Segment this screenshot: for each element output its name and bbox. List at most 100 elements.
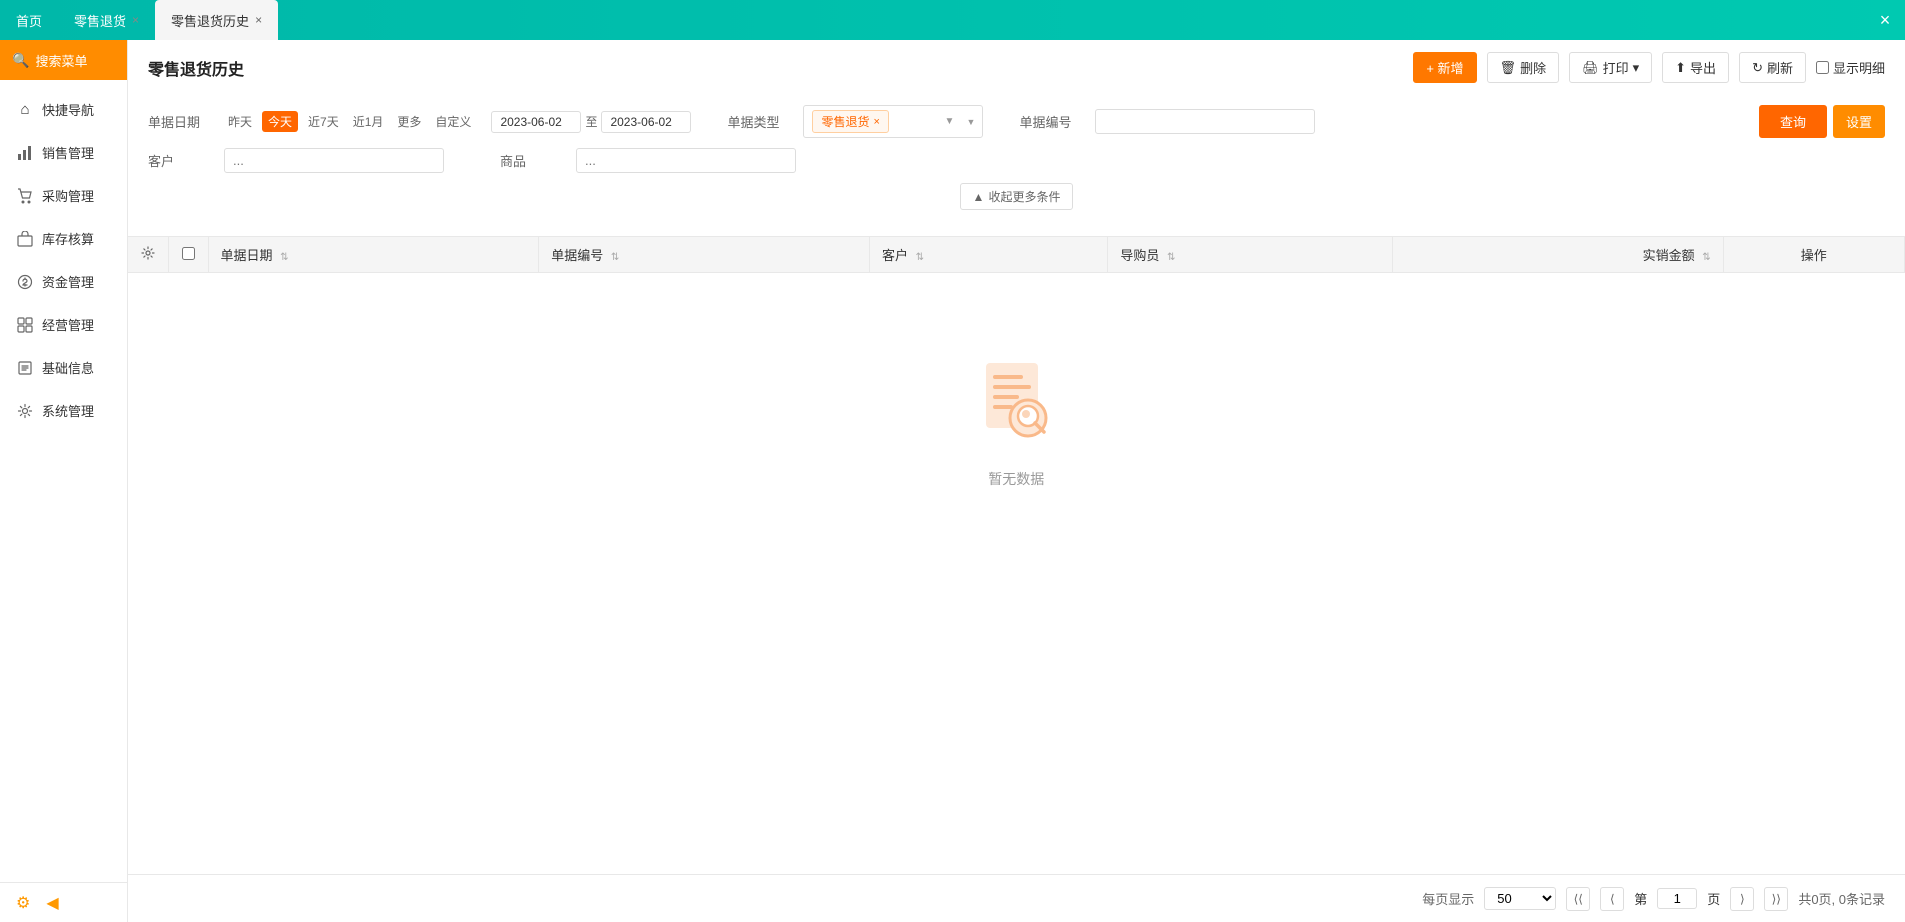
sidebar-item-system[interactable]: 系统管理: [0, 389, 127, 432]
table-body: 暂无数据: [128, 273, 1905, 570]
collapse-button[interactable]: ▲ 收起更多条件: [960, 183, 1074, 210]
empty-state: 暂无数据: [128, 273, 1905, 569]
date-btn-today[interactable]: 今天: [262, 111, 298, 132]
select-all-checkbox[interactable]: [182, 247, 195, 260]
sidebar-item-system-label: 系统管理: [42, 401, 94, 420]
tab-bar: 首页 零售退货 × 零售退货历史 ×: [0, 0, 1865, 40]
sidebar-item-operations-label: 经营管理: [42, 315, 94, 334]
delete-icon: 🗑: [1500, 60, 1517, 76]
date-btn-more[interactable]: 更多: [393, 111, 425, 132]
sales-icon: [16, 144, 34, 162]
sidebar-item-basic-info[interactable]: 基础信息: [0, 346, 127, 389]
show-detail-label: 显示明细: [1833, 58, 1885, 77]
sidebar-item-finance[interactable]: 资金管理: [0, 260, 127, 303]
tab-retail-return-history[interactable]: 零售退货历史 ×: [155, 0, 278, 40]
page-suffix: 页: [1707, 889, 1720, 908]
th-amount-sort-icon: ⇅: [1702, 252, 1710, 263]
date-btn-custom[interactable]: 自定义: [431, 111, 475, 132]
th-amount[interactable]: 实销金额 ⇅: [1392, 237, 1723, 273]
date-to-input[interactable]: [601, 111, 691, 133]
system-icon: [16, 402, 34, 420]
type-tag-close[interactable]: ×: [873, 116, 879, 128]
th-voucher-no[interactable]: 单据编号 ⇅: [539, 237, 870, 273]
page-input[interactable]: [1657, 888, 1697, 909]
refresh-icon: ↻: [1752, 60, 1763, 76]
per-page-label: 每页显示: [1422, 889, 1474, 908]
date-btn-yesterday[interactable]: 昨天: [224, 111, 256, 132]
page-prev-button[interactable]: ⟨: [1600, 887, 1624, 911]
customer-filter-label: 客户: [148, 151, 208, 170]
filter-row-2: 客户 商品: [148, 148, 1885, 173]
settings-button[interactable]: 设置: [1833, 105, 1885, 138]
empty-state-icon: [966, 353, 1066, 453]
sidebar-item-purchase[interactable]: 采购管理: [0, 174, 127, 217]
column-settings-icon: [141, 246, 155, 260]
date-filter-label: 单据日期: [148, 112, 208, 131]
print-label: 打印: [1603, 58, 1629, 77]
show-detail-checkbox[interactable]: [1816, 61, 1829, 74]
page-last-button[interactable]: ⟩⟩: [1764, 887, 1788, 911]
export-button[interactable]: ⬆ 导出: [1662, 52, 1729, 83]
sidebar-item-purchase-label: 采购管理: [42, 186, 94, 205]
print-icon: 🖨: [1582, 60, 1599, 76]
sidebar-bottom: ⚙ ◀: [0, 882, 127, 922]
th-date-label: 单据日期: [221, 248, 273, 263]
goods-input[interactable]: [576, 148, 796, 173]
type-select[interactable]: 零售退货 × ▼: [803, 105, 983, 138]
per-page-select[interactable]: 50 10 20 100: [1484, 887, 1556, 910]
refresh-label: 刷新: [1767, 58, 1793, 77]
sidebar-item-operations[interactable]: 经营管理: [0, 303, 127, 346]
sidebar-item-basic-info-label: 基础信息: [42, 358, 94, 377]
sidebar-item-finance-label: 资金管理: [42, 272, 94, 291]
type-select-wrapper: 零售退货 × ▼: [803, 105, 983, 138]
th-settings[interactable]: [128, 237, 168, 273]
th-guide-sort-icon: ⇅: [1167, 252, 1175, 263]
inventory-icon: [16, 230, 34, 248]
date-btn-1month[interactable]: 近1月: [349, 111, 388, 132]
top-bar: 首页 零售退货 × 零售退货历史 × ×: [0, 0, 1905, 40]
query-button[interactable]: 查询: [1759, 105, 1827, 138]
home-icon: ⌂: [16, 101, 34, 119]
show-detail-checkbox-label[interactable]: 显示明细: [1816, 58, 1885, 77]
th-customer[interactable]: 客户 ⇅: [870, 237, 1108, 273]
sidebar-item-inventory[interactable]: 库存核算: [0, 217, 127, 260]
sidebar: 🔍 搜索菜单 ⌂ 快捷导航 销售管理 采购管理: [0, 40, 128, 922]
tab-retail-return-close[interactable]: ×: [132, 13, 139, 27]
refresh-button[interactable]: ↻ 刷新: [1739, 52, 1806, 83]
tab-retail-return-history-close[interactable]: ×: [255, 13, 262, 27]
page-label: 第: [1634, 889, 1647, 908]
delete-label: 删除: [1520, 58, 1546, 77]
customer-input[interactable]: [224, 148, 444, 173]
th-checkbox[interactable]: [168, 237, 208, 273]
export-icon: ⬆: [1675, 60, 1686, 76]
sidebar-nav: ⌂ 快捷导航 销售管理 采购管理 库存核算: [0, 80, 127, 882]
sidebar-item-quick-nav[interactable]: ⌂ 快捷导航: [0, 88, 127, 131]
new-button[interactable]: + 新增: [1413, 52, 1476, 83]
data-table: 单据日期 ⇅ 单据编号 ⇅ 客户 ⇅: [128, 237, 1905, 569]
date-from-input[interactable]: [491, 111, 581, 133]
tab-home[interactable]: 首页: [0, 0, 58, 40]
collapse-sidebar-icon[interactable]: ◀: [46, 893, 58, 913]
type-filter-label: 单据类型: [727, 112, 787, 131]
settings-bottom-icon[interactable]: ⚙: [16, 893, 30, 913]
tab-retail-return[interactable]: 零售退货 ×: [58, 0, 155, 40]
page-first-button[interactable]: ⟨⟨: [1566, 887, 1590, 911]
page-next-button[interactable]: ⟩: [1730, 887, 1754, 911]
sidebar-item-sales-label: 销售管理: [42, 143, 94, 162]
delete-button[interactable]: 🗑 删除: [1487, 52, 1560, 83]
empty-state-row: 暂无数据: [128, 273, 1905, 570]
date-range-separator: 至: [585, 113, 597, 130]
content-header: 零售退货历史 + 新增 🗑 删除 🖨 打印 ▾ ⬆ 导出: [128, 40, 1905, 237]
window-close-button[interactable]: ×: [1865, 0, 1905, 40]
th-guide[interactable]: 导购员 ⇅: [1108, 237, 1393, 273]
th-amount-label: 实销金额: [1643, 248, 1695, 263]
finance-icon: [16, 273, 34, 291]
print-button[interactable]: 🖨 打印 ▾: [1569, 52, 1652, 83]
voucher-input[interactable]: [1095, 109, 1315, 134]
collapse-icon: ▲: [973, 190, 985, 204]
sidebar-search-button[interactable]: 🔍 搜索菜单: [0, 40, 127, 80]
toolbar-buttons: + 新增 🗑 删除 🖨 打印 ▾ ⬆ 导出 ↻: [1413, 52, 1885, 83]
date-btn-7days[interactable]: 近7天: [304, 111, 343, 132]
th-date[interactable]: 单据日期 ⇅: [208, 237, 539, 273]
sidebar-item-sales[interactable]: 销售管理: [0, 131, 127, 174]
